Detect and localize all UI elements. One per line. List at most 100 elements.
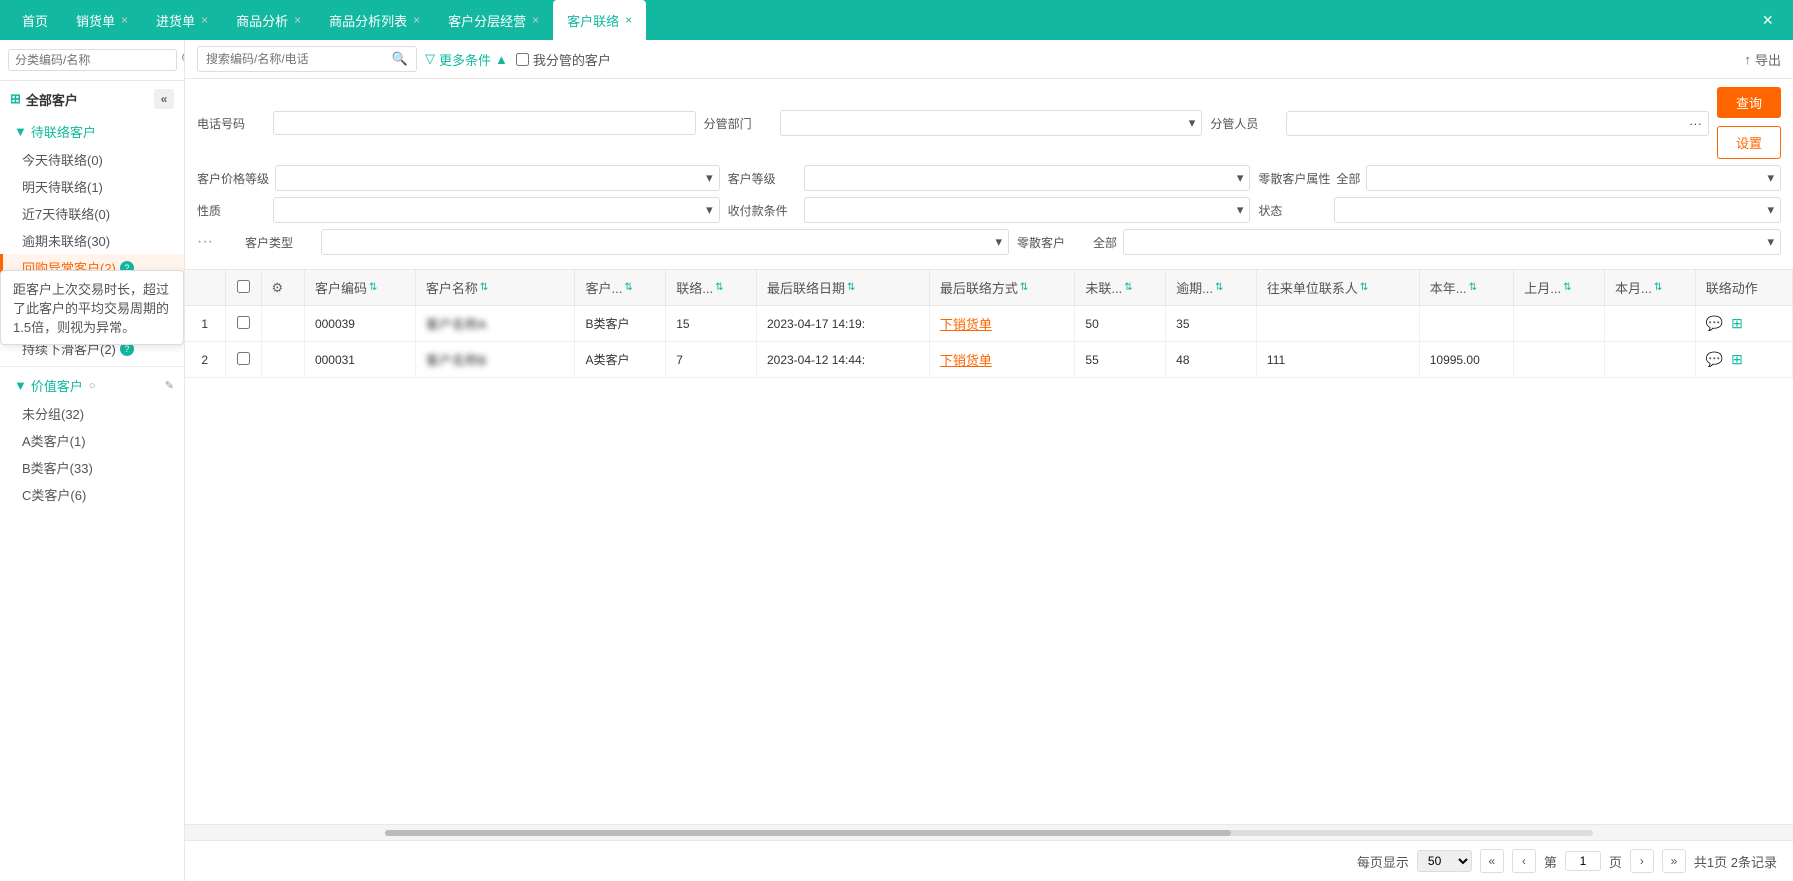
row2-checkbox[interactable] (237, 352, 250, 365)
th-settings[interactable]: ⚙ (261, 270, 304, 306)
export-button[interactable]: ↑ 导出 (1744, 50, 1781, 69)
row2-type: A类客户 (575, 342, 666, 378)
search-icon: 🔍 (392, 51, 408, 67)
phone-input[interactable] (273, 111, 696, 135)
collapse-btn[interactable]: « (154, 89, 174, 109)
all-customers-title[interactable]: ⊞ 全部客户 « (0, 81, 184, 117)
setting-button[interactable]: 设置 (1717, 126, 1781, 159)
sort-icon-thismonth[interactable]: ⇅ (1654, 282, 1662, 293)
sort-icon-code[interactable]: ⇅ (369, 282, 377, 293)
sidebar-item-overdue[interactable]: 逾期未联络(30) (0, 227, 184, 254)
sort-icon-year[interactable]: ⇅ (1469, 282, 1477, 293)
my-customers-checkbox[interactable] (516, 53, 529, 66)
filter-cell-dept: 分管部门 ▾ (704, 110, 1203, 136)
customer-type-select[interactable]: ▾ (321, 229, 1009, 255)
last-page-button[interactable]: » (1662, 849, 1686, 873)
sort-icon-lastmonth[interactable]: ⇅ (1563, 282, 1571, 293)
tab-product-analysis-list[interactable]: 商品分析列表 × (315, 0, 434, 40)
settings-icon[interactable]: ✎ (165, 379, 174, 392)
sidebar-item-7days[interactable]: 近7天待联络(0) (0, 200, 184, 227)
status-select[interactable]: ▾ (1334, 197, 1781, 223)
table-settings-icon[interactable]: ⚙ (272, 280, 284, 295)
close-tier-tab[interactable]: × (532, 13, 539, 27)
filter-cell-price-grade: 客户价格等级 ▾ (197, 165, 720, 191)
page-number-input[interactable] (1565, 851, 1601, 871)
sort-icon-overdue[interactable]: ⇅ (1215, 282, 1223, 293)
row1-this-year (1419, 306, 1514, 342)
customer-grade-select[interactable]: ▾ (804, 165, 1251, 191)
per-page-select[interactable]: 50 100 200 (1417, 850, 1472, 872)
scattered-customer-select[interactable]: ▾ (1123, 229, 1781, 255)
search-input[interactable] (206, 52, 388, 66)
close-purchase-tab[interactable]: × (201, 13, 208, 27)
window-close-button[interactable]: × (1750, 10, 1785, 31)
row1-method-link[interactable]: 下销货单 (940, 317, 992, 332)
sort-icon-date[interactable]: ⇅ (847, 282, 855, 293)
row1-chat-icon[interactable]: 💬 (1706, 315, 1723, 332)
chevron-down-icon: ▾ (1189, 115, 1196, 131)
scattered-attr-select[interactable]: ▾ (1366, 165, 1781, 191)
row2-chat-icon[interactable]: 💬 (1706, 351, 1723, 368)
close-contact-tab[interactable]: × (625, 13, 632, 27)
tab-sales[interactable]: 销货单 × (62, 0, 142, 40)
tab-purchase[interactable]: 进货单 × (142, 0, 222, 40)
chevron-down-icon-2: ▼ (14, 378, 27, 393)
data-table: ⚙ 客户编码 ⇅ 客户名称 ⇅ (185, 270, 1793, 378)
tab-customer-tier[interactable]: 客户分层经营 × (434, 0, 553, 40)
nature-select[interactable]: ▾ (273, 197, 720, 223)
sort-icon-uncontacted[interactable]: ⇅ (1124, 282, 1132, 293)
prev-page-button[interactable]: ‹ (1512, 849, 1536, 873)
scrollbar-thumb[interactable] (385, 830, 1231, 836)
person-select[interactable]: ··· (1286, 111, 1709, 136)
sidebar-item-tomorrow[interactable]: 明天待联络(1) (0, 173, 184, 200)
value-group-title[interactable]: ▼ 价值客户 ○ ✎ (0, 371, 184, 400)
row1-checkbox[interactable] (237, 316, 250, 329)
sidebar-item-c-class[interactable]: C类客户(6) (0, 481, 184, 508)
first-page-button[interactable]: « (1480, 849, 1504, 873)
row1-more-icon[interactable]: ⊞ (1731, 315, 1743, 332)
sort-icon-method[interactable]: ⇅ (1020, 282, 1028, 293)
horizontal-scrollbar[interactable] (185, 824, 1793, 840)
sort-icon-name[interactable]: ⇅ (480, 282, 488, 293)
edit-icon[interactable]: ○ (89, 380, 96, 392)
price-grade-select[interactable]: ▾ (275, 165, 720, 191)
sort-icon-contacts[interactable]: ⇅ (715, 282, 723, 293)
main-container: 🔍 ⊞ 全部客户 « ▼ 待联络客户 今天待联络(0) 明天待联络(1) 近7天… (0, 40, 1793, 881)
row2-method-link[interactable]: 下销货单 (940, 353, 992, 368)
row1-last-method[interactable]: 下销货单 (929, 306, 1075, 342)
sort-icon-type[interactable]: ⇅ (624, 282, 632, 293)
tab-product-analysis[interactable]: 商品分析 × (222, 0, 315, 40)
sidebar-item-today[interactable]: 今天待联络(0) (0, 146, 184, 173)
more-conditions-btn[interactable]: ▽ 更多条件 ▲ (425, 50, 508, 69)
close-list-tab[interactable]: × (413, 13, 420, 27)
phone-label: 电话号码 (197, 115, 267, 132)
th-type: 客户... ⇅ (575, 270, 666, 306)
row2-last-method[interactable]: 下销货单 (929, 342, 1075, 378)
th-contacts: 联络... ⇅ (666, 270, 757, 306)
search-box: 🔍 (197, 46, 417, 72)
payment-select[interactable]: ▾ (804, 197, 1251, 223)
filter-cell-person: 分管人员 ··· (1210, 111, 1709, 136)
th-unit-contacts: 往来单位联系人 ⇅ (1256, 270, 1419, 306)
sidebar-item-b-class[interactable]: B类客户(33) (0, 454, 184, 481)
sort-icon-unit[interactable]: ⇅ (1360, 282, 1368, 293)
close-sales-tab[interactable]: × (121, 13, 128, 27)
row1-name-blurred: 客户名称A (426, 317, 487, 332)
pending-group-title[interactable]: ▼ 待联络客户 (0, 117, 184, 146)
sidebar-search-button[interactable]: 🔍 (181, 48, 185, 72)
next-page-button[interactable]: › (1630, 849, 1654, 873)
more-filter-dots[interactable]: ··· (197, 233, 213, 251)
query-button[interactable]: 查询 (1717, 87, 1781, 118)
sidebar-search-input[interactable] (8, 49, 177, 71)
select-all-checkbox[interactable] (237, 280, 250, 293)
close-product-tab[interactable]: × (294, 13, 301, 27)
dept-select[interactable]: ▾ (780, 110, 1203, 136)
sidebar-item-ungroup[interactable]: 未分组(32) (0, 400, 184, 427)
tooltip-popup: 距客户上次交易时长，超过了此客户的平均交易周期的1.5倍，则视为异常。 (0, 270, 184, 345)
pagination: 每页显示 50 100 200 « ‹ 第 页 › » 共1页 2条记录 (185, 840, 1793, 881)
tab-home[interactable]: 首页 (8, 0, 62, 40)
sidebar-item-a-class[interactable]: A类客户(1) (0, 427, 184, 454)
row2-more-icon[interactable]: ⊞ (1731, 351, 1743, 368)
row2-num: 2 (185, 342, 225, 378)
tab-customer-contact[interactable]: 客户联络 × (553, 0, 646, 40)
